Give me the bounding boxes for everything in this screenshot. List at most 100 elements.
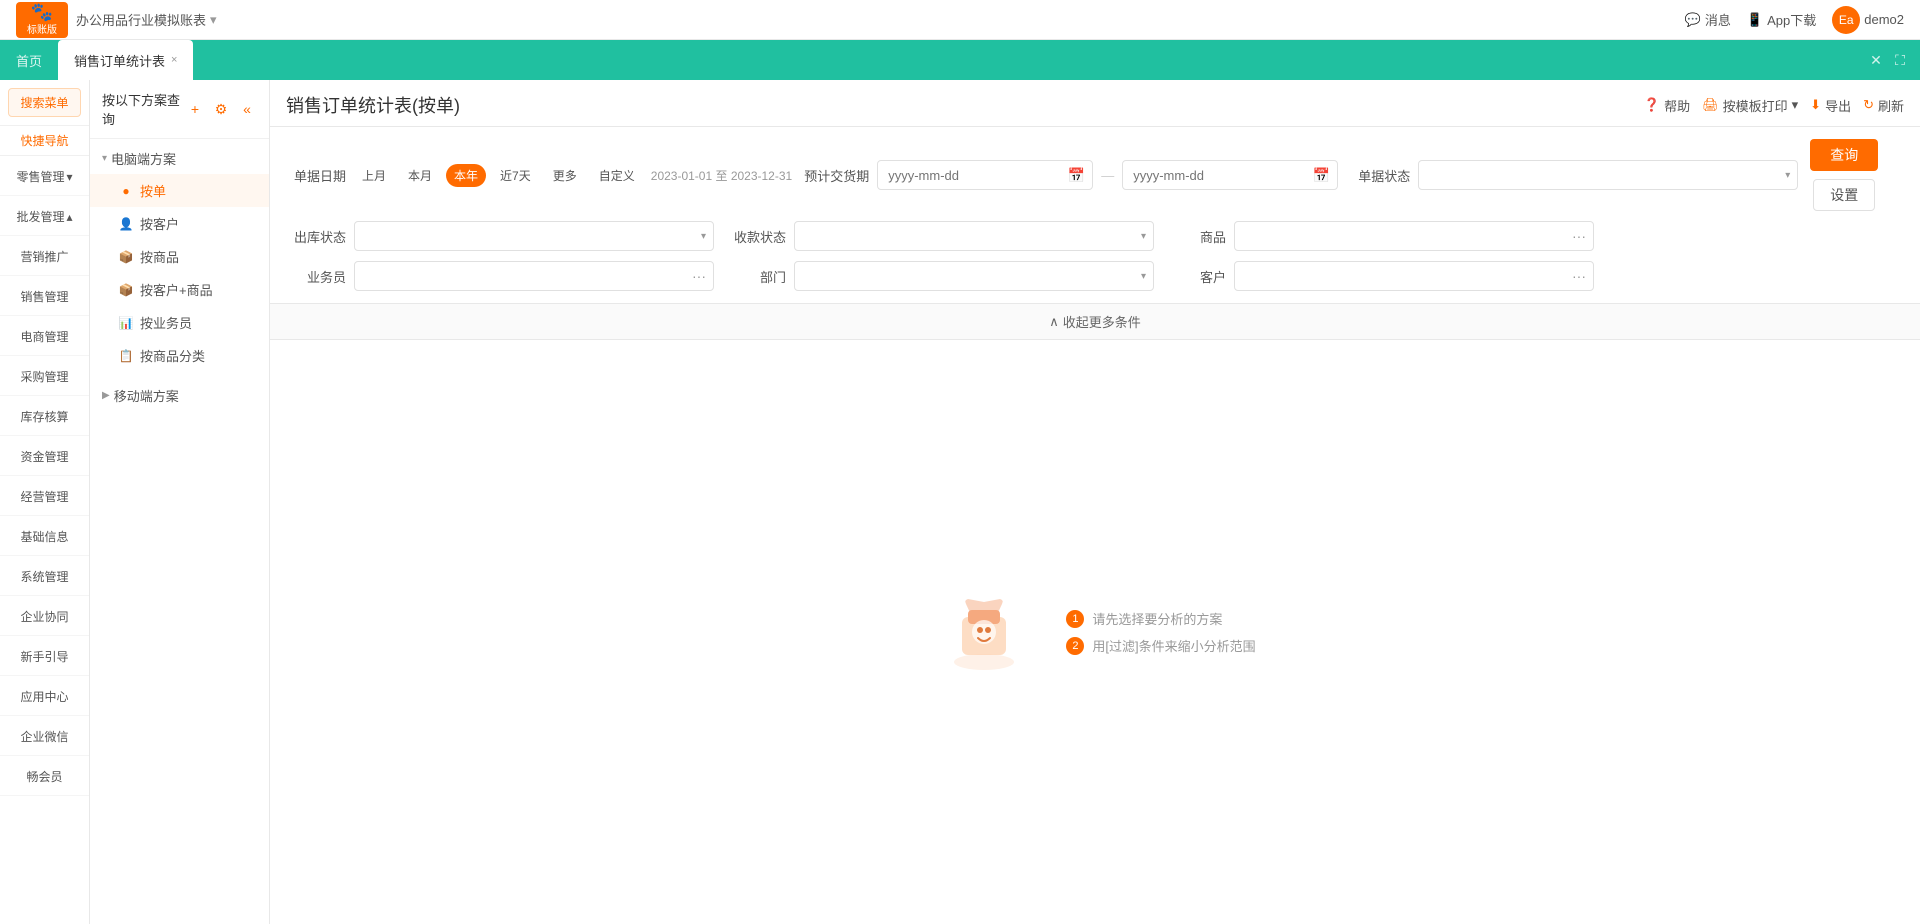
date-range-text: 2023-01-01 至 2023-12-31	[651, 167, 792, 184]
logo-icon: 🐾	[31, 3, 53, 21]
export-button[interactable]: ⬇ 导出	[1810, 96, 1851, 115]
message-button[interactable]: 💬 消息	[1685, 10, 1731, 29]
ship-status-select-wrap: ▾	[354, 221, 714, 251]
sidebar-quick-nav[interactable]: 快捷导航	[0, 126, 89, 156]
tab-sales-order-stats[interactable]: 销售订单统计表 ×	[58, 40, 193, 80]
empty-state: 1 请先选择要分析的方案 2 用[过滤]条件来缩小分析范围	[270, 340, 1920, 924]
salesperson-input[interactable]	[354, 261, 714, 291]
date-btn-last-month[interactable]: 上月	[354, 164, 394, 187]
sidebar-item-system[interactable]: 系统管理	[0, 556, 89, 596]
tabbar: 首页 销售订单统计表 × ✕ ⛶	[0, 40, 1920, 80]
date-filter-section: 单据日期 上月 本月 本年 近7天 更多 自定义 2023-01-01 至 20…	[286, 164, 792, 187]
scheme-collapse-button[interactable]: «	[237, 99, 257, 119]
scheme-item-by-goods-category[interactable]: 📋 按商品分类	[90, 339, 269, 372]
collapse-button[interactable]: ∧ 收起更多条件	[1049, 312, 1141, 331]
scheme-item-by-order[interactable]: ● 按单	[90, 174, 269, 207]
app-download-button[interactable]: 📱 App下载	[1747, 10, 1816, 29]
department-select[interactable]	[794, 261, 1154, 291]
scheme-group-mobile: ▶ 移动端方案	[90, 376, 269, 415]
customer-input[interactable]	[1234, 261, 1594, 291]
sidebar-item-newbie[interactable]: 新手引导	[0, 636, 89, 676]
sidebar-item-purchase[interactable]: 采购管理	[0, 356, 89, 396]
date-btn-this-month[interactable]: 本月	[400, 164, 440, 187]
search-menu-button[interactable]: 搜索菜单	[8, 88, 81, 117]
refresh-button[interactable]: ↻ 刷新	[1863, 96, 1904, 115]
salesperson-more-icon[interactable]: ···	[692, 268, 706, 284]
page-header: 销售订单统计表(按单) ❓ 帮助 🖨 按模板打印 ▾ ⬇ 导出	[270, 80, 1920, 127]
payment-status-select[interactable]	[794, 221, 1154, 251]
category-icon: 📋	[118, 348, 134, 364]
empty-tip-1: 1 请先选择要分析的方案	[1066, 609, 1255, 628]
sidebar-item-enterprise-collab[interactable]: 企业协同	[0, 596, 89, 636]
sidebar-item-member[interactable]: 畅会员	[0, 756, 89, 796]
window-close-btn[interactable]: ✕	[1868, 52, 1884, 68]
sidebar-item-inventory[interactable]: 库存核算	[0, 396, 89, 436]
empty-text: 1 请先选择要分析的方案 2 用[过滤]条件来缩小分析范围	[1066, 609, 1255, 655]
order-icon: ●	[118, 183, 134, 199]
tab-close-icon[interactable]: ×	[171, 54, 177, 66]
app-title-caret[interactable]: ▾	[210, 12, 217, 28]
sidebar-item-ecommerce[interactable]: 电商管理	[0, 316, 89, 356]
print-icon: 🖨	[1702, 97, 1719, 113]
sidebar-item-app-center[interactable]: 应用中心	[0, 676, 89, 716]
sidebar-item-sales[interactable]: 销售管理	[0, 276, 89, 316]
empty-illustration	[934, 582, 1034, 682]
chevron-down-icon: ▾	[102, 153, 107, 164]
expected-date-end-wrap: 📅	[1122, 160, 1338, 190]
scheme-group-desktop-header[interactable]: ▾ 电脑端方案	[90, 143, 269, 174]
ship-status-select[interactable]	[354, 221, 714, 251]
sidebar-item-operations[interactable]: 经营管理	[0, 476, 89, 516]
scheme-item-by-salesperson[interactable]: 📊 按业务员	[90, 306, 269, 339]
user-menu[interactable]: Ea demo2	[1832, 6, 1904, 34]
department-section: 部门 ▾	[726, 261, 1154, 291]
page-title: 销售订单统计表(按单)	[286, 92, 460, 118]
tab-home[interactable]: 首页	[0, 40, 58, 80]
help-button[interactable]: ❓ 帮助	[1644, 96, 1690, 115]
scheme-add-button[interactable]: +	[185, 99, 205, 119]
date-btn-this-year[interactable]: 本年	[446, 164, 486, 187]
right-content: 销售订单统计表(按单) ❓ 帮助 🖨 按模板打印 ▾ ⬇ 导出	[270, 80, 1920, 924]
logo: 🐾 标账版	[16, 2, 68, 38]
customer-more-icon[interactable]: ···	[1572, 268, 1586, 284]
date-btn-more[interactable]: 更多	[545, 164, 585, 187]
sidebar-item-enterprise-wechat[interactable]: 企业微信	[0, 716, 89, 756]
sidebar-item-basic-info[interactable]: 基础信息	[0, 516, 89, 556]
window-maximize-btn[interactable]: ⛶	[1892, 52, 1908, 68]
expected-date-start-input[interactable]	[877, 160, 1093, 190]
goods-input[interactable]	[1234, 221, 1594, 251]
logo-text: 标账版	[27, 21, 57, 36]
customer-input-wrap: ···	[1234, 261, 1594, 291]
settings-button[interactable]: 设置	[1813, 179, 1875, 211]
scheme-item-by-goods[interactable]: 📦 按商品	[90, 240, 269, 273]
scheme-panel-header: 按以下方案查询 + ⚙ «	[90, 80, 269, 139]
expected-date-end-input[interactable]	[1122, 160, 1338, 190]
sidebar-item-wholesale[interactable]: 批发管理 ▴	[0, 196, 89, 236]
content-area: 按以下方案查询 + ⚙ « ▾ 电脑端方案 ● 按单 👤	[90, 80, 1920, 924]
date-filter: 上月 本月 本年 近7天 更多 自定义	[354, 164, 643, 187]
expected-date-start-wrap: 📅	[877, 160, 1093, 190]
salesperson-icon: 📊	[118, 315, 134, 331]
sidebar-item-marketing[interactable]: 营销推广	[0, 236, 89, 276]
template-print-caret[interactable]: ▾	[1792, 97, 1799, 113]
scheme-panel-actions: + ⚙ «	[185, 99, 257, 119]
order-status-select[interactable]	[1418, 160, 1798, 190]
query-button[interactable]: 查询	[1810, 139, 1878, 171]
scheme-group-mobile-header[interactable]: ▶ 移动端方案	[90, 380, 269, 411]
sidebar-search-section: 搜索菜单	[0, 80, 89, 126]
date-btn-last-7-days[interactable]: 近7天	[492, 164, 539, 187]
refresh-icon: ↻	[1863, 97, 1874, 113]
customer-icon: 👤	[118, 216, 134, 232]
download-icon: 📱	[1747, 12, 1763, 28]
sidebar-item-finance[interactable]: 资金管理	[0, 436, 89, 476]
salesperson-input-wrap: ···	[354, 261, 714, 291]
more-icon[interactable]: ···	[1572, 228, 1586, 244]
date-btn-custom[interactable]: 自定义	[591, 164, 643, 187]
department-select-wrap: ▾	[794, 261, 1154, 291]
scheme-settings-button[interactable]: ⚙	[211, 99, 231, 119]
scheme-panel: 按以下方案查询 + ⚙ « ▾ 电脑端方案 ● 按单 👤	[90, 80, 270, 924]
scheme-item-by-customer[interactable]: 👤 按客户	[90, 207, 269, 240]
template-print-button[interactable]: 🖨 按模板打印 ▾	[1702, 96, 1798, 115]
sidebar-item-retail[interactable]: 零售管理 ▾	[0, 156, 89, 196]
scheme-item-by-customer-goods[interactable]: 📦 按客户+商品	[90, 273, 269, 306]
topbar-right: 💬 消息 📱 App下载 Ea demo2	[1685, 6, 1904, 34]
